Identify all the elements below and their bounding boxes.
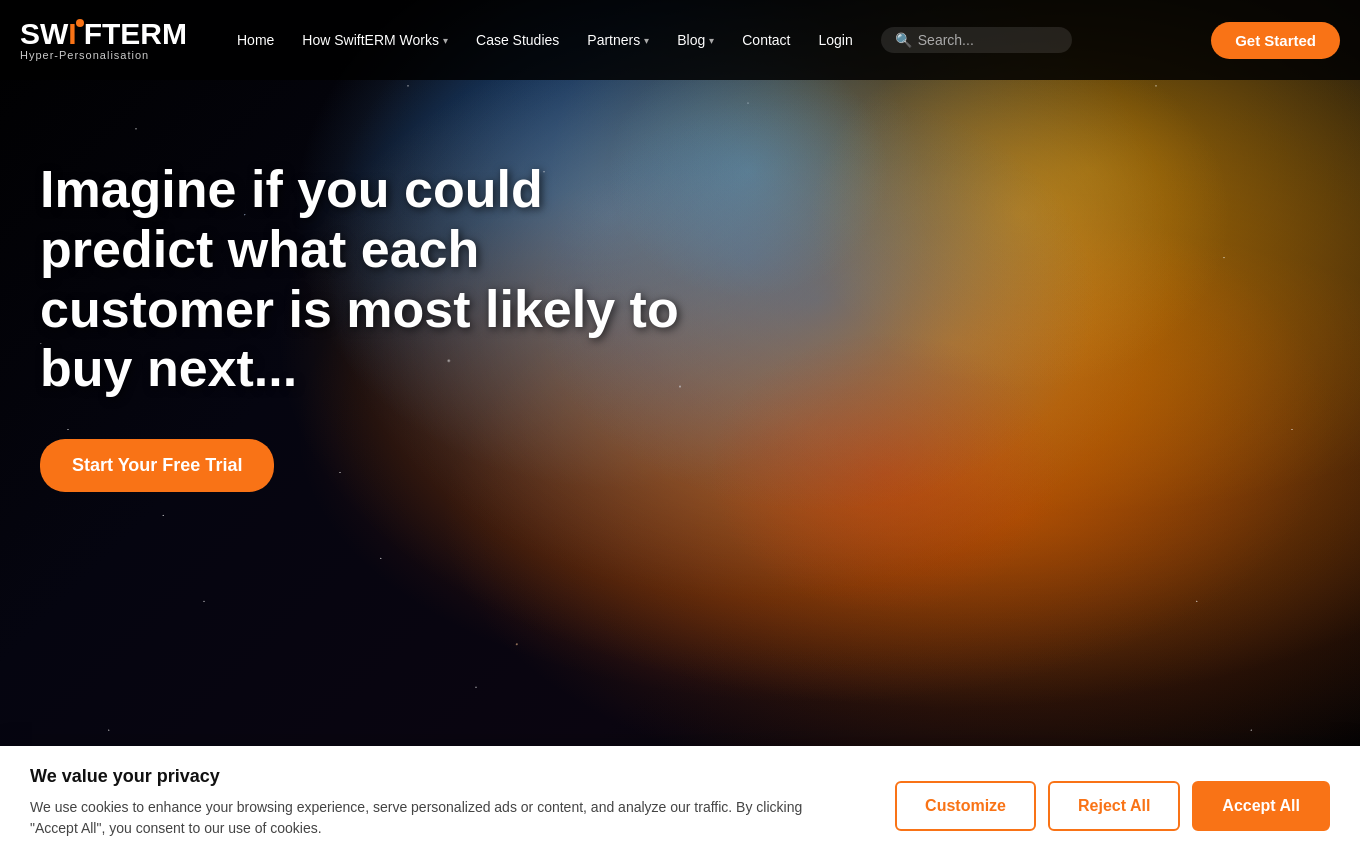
logo-ft-text: FT [84,17,121,50]
site-header: SWIFTERM Hyper-Personalisation Home How … [0,0,1360,80]
cookie-text: We use cookies to enhance your browsing … [30,797,850,839]
chevron-down-icon: ▾ [644,35,649,46]
logo-dot [76,19,84,27]
hero-headline: Imagine if you could predict what each c… [40,160,680,399]
search-icon: 🔍 [895,32,912,48]
cookie-accept-button[interactable]: Accept All [1192,781,1330,831]
search-input[interactable] [918,32,1058,48]
cookie-banner: We value your privacy We use cookies to … [0,746,1360,859]
nav-contact[interactable]: Contact [732,26,800,54]
nav-home[interactable]: Home [227,26,284,54]
nav-case-studies[interactable]: Case Studies [466,26,569,54]
chevron-down-icon: ▾ [709,35,714,46]
nav-blog[interactable]: Blog ▾ [667,26,724,54]
logo-subtitle: Hyper-Personalisation [20,49,187,61]
logo-brand: SWIFTERM [20,19,187,49]
nav-login[interactable]: Login [809,26,863,54]
cookie-customize-button[interactable]: Customize [895,781,1036,831]
search-bar[interactable]: 🔍 [881,27,1072,53]
logo[interactable]: SWIFTERM Hyper-Personalisation [20,19,187,61]
cookie-reject-button[interactable]: Reject All [1048,781,1180,831]
nav-partners[interactable]: Partners ▾ [577,26,659,54]
cookie-actions: Customize Reject All Accept All [895,781,1330,831]
main-nav: Home How SwiftERM Works ▾ Case Studies P… [227,26,1191,54]
free-trial-button[interactable]: Start Your Free Trial [40,439,274,492]
get-started-button[interactable]: Get Started [1211,22,1340,59]
hero-content: Imagine if you could predict what each c… [40,160,680,492]
nav-how-it-works[interactable]: How SwiftERM Works ▾ [292,26,458,54]
logo-dot-wrapper: FT [77,19,121,49]
logo-swift-text: SW [20,17,68,50]
chevron-down-icon: ▾ [443,35,448,46]
logo-erm-text: ERM [120,17,187,50]
